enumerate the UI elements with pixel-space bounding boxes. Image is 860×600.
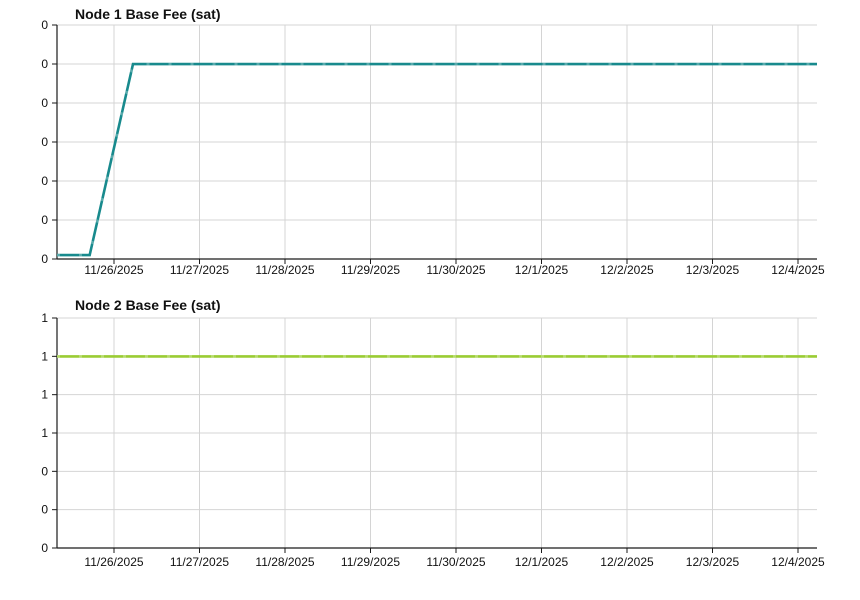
- chart-2-y-tick-label: 0: [41, 464, 48, 478]
- chart-2-x-tick-label: 12/3/2025: [686, 555, 740, 569]
- chart-2-x-tick-label: 12/2/2025: [600, 555, 654, 569]
- chart-2-x-tick-label: 11/27/2025: [170, 555, 229, 569]
- chart-2-y-tick-label: 1: [41, 388, 48, 402]
- chart-1-x-tick-label: 11/29/2025: [341, 263, 400, 277]
- chart-1-x-tick-label: 11/30/2025: [426, 263, 485, 277]
- chart-1-x-tick-label: 12/3/2025: [686, 263, 740, 277]
- chart-1-y-tick-label: 0: [41, 252, 48, 266]
- charts-panel: Node 1 Base Fee (sat) Node 2 Base Fee (s…: [0, 0, 860, 600]
- chart-1-x-tick-label: 12/2/2025: [600, 263, 654, 277]
- chart-1-y-tick-label: 0: [41, 174, 48, 188]
- chart-1-x-tick-label: 11/28/2025: [255, 263, 314, 277]
- chart-2-x-tick-label: 12/1/2025: [515, 555, 569, 569]
- chart-2-x-tick-label: 11/26/2025: [84, 555, 143, 569]
- chart-1-x-tick-label: 12/1/2025: [515, 263, 569, 277]
- chart-1-y-tick-label: 0: [41, 213, 48, 227]
- chart-1-y-tick-label: 0: [41, 18, 48, 32]
- plots-canvas: 11/26/2025 11/27/2025 11/28/2025 11/29/2025…: [41, 18, 825, 569]
- chart-2-y-tick-label: 1: [41, 311, 48, 325]
- chart-2-x-tick-label: 11/30/2025: [426, 555, 485, 569]
- chart-1-x-tick-label: 12/4/2025: [771, 263, 825, 277]
- chart-1-x-tick-label: 11/27/2025: [170, 263, 229, 277]
- chart-1-series-marker-texture: [57, 62, 817, 257]
- chart-2-y-tick-label: 0: [41, 541, 48, 555]
- chart-2-x-tick-label: 11/29/2025: [341, 555, 400, 569]
- chart-1-series-line: [57, 62, 817, 257]
- chart-2-y-tick-label: 0: [41, 503, 48, 517]
- chart-1-y-tick-label: 0: [41, 57, 48, 71]
- chart-2-x-tick-label: 11/28/2025: [255, 555, 314, 569]
- chart-1-y-tick-label: 0: [41, 135, 48, 149]
- chart-2-y-tick-label: 1: [41, 349, 48, 363]
- chart-2-y-tick-label: 1: [41, 426, 48, 440]
- chart-1-y-tick-label: 0: [41, 96, 48, 110]
- chart-2-x-tick-label: 12/4/2025: [771, 555, 825, 569]
- chart-1-x-tick-label: 11/26/2025: [84, 263, 143, 277]
